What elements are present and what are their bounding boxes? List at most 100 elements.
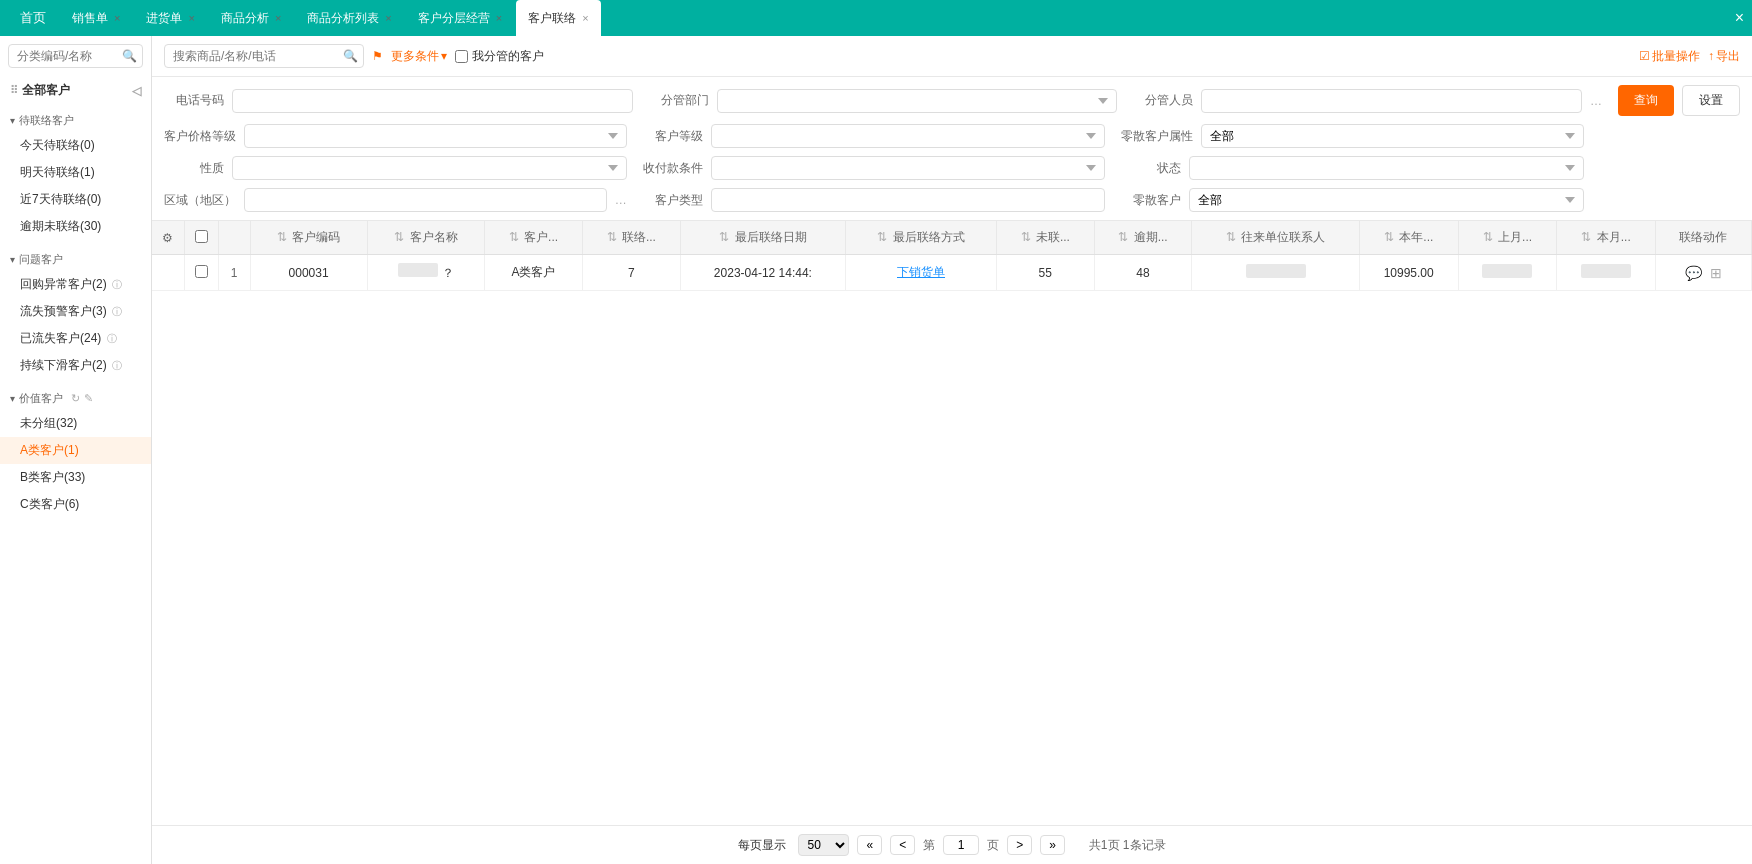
retail-attr-select[interactable]: 全部 bbox=[1201, 124, 1584, 148]
row-checkbox[interactable] bbox=[195, 265, 208, 278]
col-customer-name: ⇅ 客户名称 bbox=[367, 221, 484, 255]
close-customer-contact-tab[interactable]: × bbox=[582, 12, 588, 24]
nav-item-goods-analysis[interactable]: 商品分析 × bbox=[209, 0, 293, 36]
sidebar-section-title-value[interactable]: ▾ 价值客户 ↻ ✎ bbox=[0, 387, 151, 410]
sidebar-item-churn-warning[interactable]: 流失预警客户(3) ⓘ bbox=[0, 298, 151, 325]
person-more-btn[interactable]: … bbox=[1590, 94, 1602, 108]
customer-table: ⚙ ⇅ 客户编码 ⇅ 客户名称 bbox=[152, 221, 1752, 291]
share-icon[interactable]: ⊞ bbox=[1710, 265, 1722, 281]
col-overdue: ⇅ 逾期... bbox=[1094, 221, 1192, 255]
nav-item-home[interactable]: 首页 bbox=[8, 0, 58, 36]
export-btn[interactable]: ↑ 导出 bbox=[1708, 48, 1740, 65]
sidebar-item-declining[interactable]: 持续下滑客户(2) ⓘ bbox=[0, 352, 151, 379]
row-this-year: 10995.00 bbox=[1359, 255, 1458, 291]
adv-filter-nature: 性质 bbox=[164, 156, 627, 180]
page-number-input[interactable] bbox=[943, 835, 979, 855]
sidebar-section-title-pending[interactable]: ▾ 待联络客户 bbox=[0, 109, 151, 132]
last-page-btn[interactable]: » bbox=[1040, 835, 1065, 855]
sidebar-item-repurchase-abnormal[interactable]: 回购异常客户(2) ⓘ bbox=[0, 271, 151, 298]
customer-grade-label: 客户等级 bbox=[643, 128, 703, 145]
col-contact-count: ⇅ 联络... bbox=[582, 221, 680, 255]
close-goods-analysis-list-tab[interactable]: × bbox=[385, 12, 391, 24]
retail-label: 零散客户 bbox=[1121, 192, 1181, 209]
sidebar-search-wrap: 🔍 bbox=[0, 36, 151, 76]
batch-op-btn[interactable]: ☑ 批量操作 bbox=[1639, 48, 1700, 65]
nav-item-purchase[interactable]: 进货单 × bbox=[134, 0, 206, 36]
nature-select[interactable] bbox=[232, 156, 627, 180]
close-purchase-tab[interactable]: × bbox=[188, 12, 194, 24]
payment-select[interactable] bbox=[711, 156, 1106, 180]
dept-select[interactable] bbox=[717, 89, 1118, 113]
sidebar-item-c-class[interactable]: C类客户(6) bbox=[0, 491, 151, 518]
col-last-contact-date: ⇅ 最后联络日期 bbox=[680, 221, 846, 255]
nature-label: 性质 bbox=[164, 160, 224, 177]
sidebar-item-churned[interactable]: 已流失客户(24) ⓘ bbox=[0, 325, 151, 352]
filter-more-btn[interactable]: 更多条件 ▾ bbox=[391, 48, 447, 65]
row-no-contact: 55 bbox=[996, 255, 1094, 291]
filter-icon: ⚑ bbox=[372, 49, 383, 63]
region-input[interactable] bbox=[244, 188, 607, 212]
sidebar-item-a-class[interactable]: A类客户(1) bbox=[0, 437, 151, 464]
setting-btn[interactable]: 设置 bbox=[1682, 85, 1740, 116]
sidebar-all-customers[interactable]: ⠿ 全部客户 ◁ bbox=[0, 76, 151, 105]
sidebar-item-b-class[interactable]: B类客户(33) bbox=[0, 464, 151, 491]
adv-filter-region: 区域（地区） … bbox=[164, 188, 627, 212]
phone-input[interactable] bbox=[232, 89, 633, 113]
sidebar-item-unclassified[interactable]: 未分组(32) bbox=[0, 410, 151, 437]
close-all-tabs[interactable]: × bbox=[1735, 9, 1744, 27]
col-history-contact: ⇅ 往来单位联系人 bbox=[1192, 221, 1359, 255]
customer-grade-select[interactable] bbox=[711, 124, 1106, 148]
first-page-btn[interactable]: « bbox=[857, 835, 882, 855]
sidebar-item-tomorrow[interactable]: 明天待联络(1) bbox=[0, 159, 151, 186]
row-action-cell: 💬 ⊞ bbox=[1655, 255, 1751, 291]
adv-filter-phone: 电话号码 bbox=[164, 89, 633, 113]
row-overdue: 48 bbox=[1094, 255, 1192, 291]
close-sales-tab[interactable]: × bbox=[114, 12, 120, 24]
person-input[interactable] bbox=[1201, 89, 1582, 113]
sidebar: 🔍 ⠿ 全部客户 ◁ ▾ 待联络客户 今天待联络(0) 明天待联络(1) 近7天… bbox=[0, 36, 152, 864]
status-select[interactable] bbox=[1189, 156, 1584, 180]
last-contact-method-link[interactable]: 下销货单 bbox=[897, 265, 945, 279]
batch-op-icon: ☑ bbox=[1639, 49, 1650, 63]
sidebar-item-7days[interactable]: 近7天待联络(0) bbox=[0, 186, 151, 213]
adv-filter-retail: 零散客户 全部 bbox=[1121, 188, 1584, 212]
sidebar-item-overdue[interactable]: 逾期未联络(30) bbox=[0, 213, 151, 240]
customer-type-label: 客户类型 bbox=[643, 192, 703, 209]
sidebar-item-today[interactable]: 今天待联络(0) bbox=[0, 132, 151, 159]
filter-search-input[interactable] bbox=[164, 44, 364, 68]
col-this-month: ⇅ 本月... bbox=[1557, 221, 1656, 255]
sidebar-collapse-btn[interactable]: ◁ bbox=[132, 84, 141, 98]
col-sort-icon-9: ⇅ bbox=[1226, 230, 1236, 244]
customer-type-input[interactable] bbox=[711, 188, 1106, 212]
my-customer-filter[interactable]: 我分管的客户 bbox=[455, 48, 544, 65]
my-customer-checkbox[interactable] bbox=[455, 50, 468, 63]
page-size-select[interactable]: 50 20 100 bbox=[798, 834, 849, 856]
col-last-contact-method: ⇅ 最后联络方式 bbox=[846, 221, 997, 255]
col-settings[interactable]: ⚙ bbox=[152, 221, 184, 255]
col-num bbox=[218, 221, 250, 255]
edit-icon[interactable]: ✎ bbox=[84, 392, 93, 405]
col-customer-type: ⇅ 客户... bbox=[485, 221, 583, 255]
sidebar-section-title-problem[interactable]: ▾ 问题客户 bbox=[0, 248, 151, 271]
adv-filter-row-3: 性质 收付款条件 状态 bbox=[164, 156, 1740, 180]
price-grade-select[interactable] bbox=[244, 124, 627, 148]
prev-page-btn[interactable]: < bbox=[890, 835, 915, 855]
next-page-btn[interactable]: > bbox=[1007, 835, 1032, 855]
select-all-checkbox[interactable] bbox=[195, 230, 208, 243]
query-btn[interactable]: 查询 bbox=[1618, 85, 1674, 116]
retail-select[interactable]: 全部 bbox=[1189, 188, 1584, 212]
close-customer-segment-tab[interactable]: × bbox=[496, 12, 502, 24]
region-more-btn[interactable]: … bbox=[615, 193, 627, 207]
row-num: 1 bbox=[218, 255, 250, 291]
adv-filter: 电话号码 分管部门 分管人员 … 查询 bbox=[152, 77, 1752, 221]
nav-item-customer-segment[interactable]: 客户分层经营 × bbox=[406, 0, 514, 36]
col-sort-icon-8: ⇅ bbox=[1118, 230, 1128, 244]
col-this-year: ⇅ 本年... bbox=[1359, 221, 1458, 255]
nav-item-goods-analysis-list[interactable]: 商品分析列表 × bbox=[295, 0, 403, 36]
nav-item-customer-contact[interactable]: 客户联络 × bbox=[516, 0, 600, 36]
nav-item-sales[interactable]: 销售单 × bbox=[60, 0, 132, 36]
col-sort-icon-10: ⇅ bbox=[1384, 230, 1394, 244]
refresh-icon[interactable]: ↻ bbox=[71, 392, 80, 405]
chat-icon[interactable]: 💬 bbox=[1685, 265, 1702, 281]
close-goods-analysis-tab[interactable]: × bbox=[275, 12, 281, 24]
